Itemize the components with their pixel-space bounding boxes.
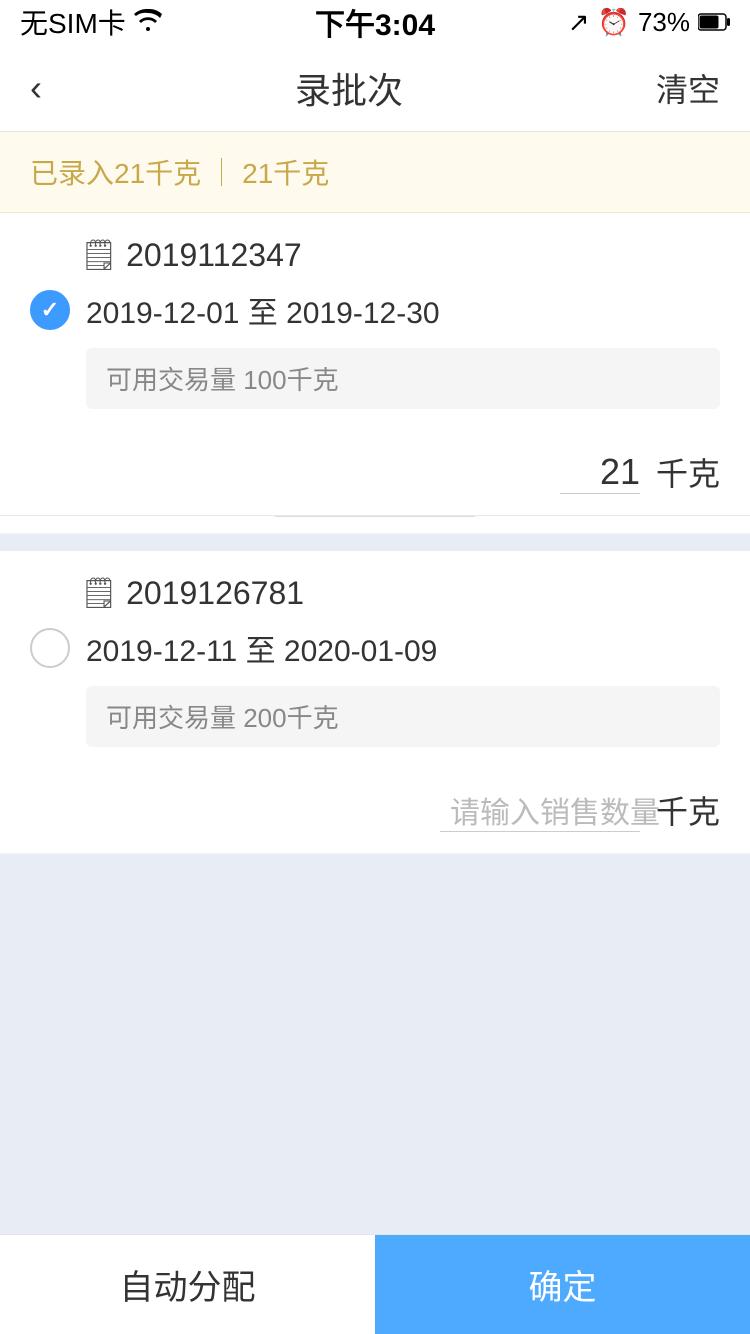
info-banner: 已录入21千克 21千克 <box>0 132 750 213</box>
location-icon: ↗ <box>568 7 590 38</box>
batch-2-quantity-input[interactable] <box>440 789 640 832</box>
carrier-text: 无SIM卡 <box>20 2 126 42</box>
alarm-icon: ⏰ <box>598 7 630 38</box>
batch-1-unit: 千克 <box>656 449 720 495</box>
batch-2-doc-icon: 🗒 <box>80 576 118 611</box>
banner-divider <box>221 158 222 186</box>
batch-2-id-row: 🗒 2019126781 <box>30 575 720 612</box>
nav-bar: ‹ 录批次 清空 <box>0 44 750 132</box>
wifi-icon <box>134 6 162 38</box>
batch-1-quantity-value: 21 <box>560 451 640 494</box>
auto-distribute-button[interactable]: 自动分配 <box>0 1235 375 1334</box>
batch-1-radio[interactable] <box>30 290 70 330</box>
confirm-button[interactable]: 确定 <box>375 1235 750 1334</box>
batch-2-radio[interactable] <box>30 628 70 668</box>
batch-2-input-row[interactable]: 请输入销售数量 千克 <box>0 767 750 853</box>
status-carrier: 无SIM卡 <box>20 2 162 42</box>
recorded-value: 21千克 <box>242 152 329 192</box>
batch-1-id-row: 🗒 2019112347 <box>30 237 720 274</box>
batch-1-date: 2019-12-01 至 2019-12-30 <box>86 288 440 332</box>
bottom-bar: 自动分配 确定 <box>0 1234 750 1334</box>
batch-card-1: 🗒 2019112347 2019-12-01 至 2019-12-30 可用交… <box>0 213 750 533</box>
batch-1-doc-icon: 🗒 <box>80 238 118 273</box>
batch-2-id: 2019126781 <box>126 575 304 612</box>
back-button[interactable]: ‹ <box>30 67 42 109</box>
batch-1-avail: 可用交易量 100千克 <box>86 348 720 409</box>
battery-text: 73% <box>638 7 690 38</box>
clear-button[interactable]: 清空 <box>656 65 720 111</box>
battery-icon <box>698 7 730 38</box>
batch-1-quantity-row: 21 千克 <box>0 429 750 516</box>
main-content: 🗒 2019112347 2019-12-01 至 2019-12-30 可用交… <box>0 213 750 1315</box>
batch-2-date-row[interactable]: 2019-12-11 至 2020-01-09 <box>30 626 720 670</box>
status-time: 下午3:04 <box>315 0 435 44</box>
batch-1-date-row[interactable]: 2019-12-01 至 2019-12-30 <box>30 288 720 332</box>
status-bar: 无SIM卡 下午3:04 ↗ ⏰ 73% <box>0 0 750 44</box>
batch-1-id: 2019112347 <box>126 237 302 274</box>
batch-card-2: 🗒 2019126781 2019-12-11 至 2020-01-09 可用交… <box>0 551 750 853</box>
section-gap <box>0 535 750 551</box>
batch-2-avail: 可用交易量 200千克 <box>86 686 720 747</box>
batch-2-unit: 千克 <box>656 787 720 833</box>
recorded-label: 已录入21千克 <box>30 152 201 192</box>
page-title: 录批次 <box>295 62 403 114</box>
batch-2-date: 2019-12-11 至 2020-01-09 <box>86 626 437 670</box>
status-right-group: ↗ ⏰ 73% <box>568 7 730 38</box>
